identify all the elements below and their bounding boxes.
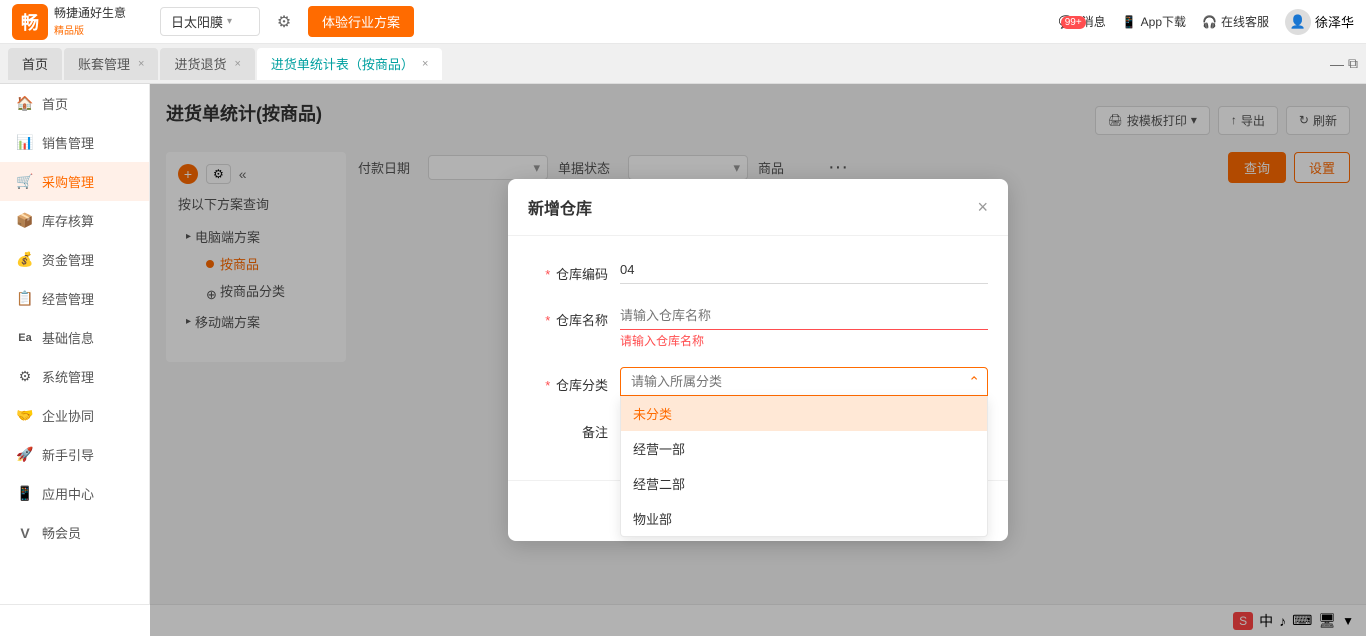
management-icon: 📋: [16, 290, 34, 308]
app-download-button[interactable]: 📱 App下载: [1122, 13, 1186, 30]
online-service-button[interactable]: 🎧 在线客服: [1202, 13, 1269, 30]
guide-icon: 🚀: [16, 446, 34, 464]
vip-icon: V: [16, 524, 34, 542]
top-header: 畅 畅捷通好生意 精品版 日太阳膜 ▾ ⚙ 体验行业方案 💬 99+ 消息 📱 …: [0, 0, 1366, 44]
logo-area: 畅 畅捷通好生意 精品版: [12, 4, 152, 40]
sidebar-item-base-info[interactable]: Ea 基础信息: [0, 318, 149, 357]
inventory-icon: 📦: [16, 212, 34, 230]
system-icon: ⚙: [16, 368, 34, 386]
dropdown-item-uncategorized[interactable]: 未分类: [621, 396, 987, 431]
category-field-row: * 仓库分类 ⌃ 未分类 经营一部 经营二部 物业部: [528, 367, 988, 396]
logo-text: 畅捷通好生意 精品版: [54, 6, 126, 37]
sidebar-item-guide[interactable]: 🚀 新手引导: [0, 435, 149, 474]
home-icon: 🏠: [16, 95, 34, 113]
name-field-row: * 仓库名称 请输入仓库名称: [528, 302, 988, 349]
close-icon[interactable]: ×: [138, 58, 144, 70]
notes-label: 备注: [528, 414, 608, 441]
tab-purchase-stats[interactable]: 进货单统计表（按商品） ×: [257, 48, 442, 80]
sidebar: 🏠 首页 📊 销售管理 🛒 采购管理 📦 库存核算 💰 资金管理 📋 经营管理 …: [0, 84, 150, 636]
sidebar-item-home[interactable]: 🏠 首页: [0, 84, 149, 123]
code-field-row: * 仓库编码: [528, 256, 988, 284]
maximize-button[interactable]: ⧉: [1348, 55, 1358, 72]
sidebar-item-inventory[interactable]: 📦 库存核算: [0, 201, 149, 240]
sidebar-item-purchase[interactable]: 🛒 采购管理: [0, 162, 149, 201]
purchase-icon: 🛒: [16, 173, 34, 191]
sales-icon: 📊: [16, 134, 34, 152]
avatar: 👤: [1285, 9, 1311, 35]
sidebar-item-management[interactable]: 📋 经营管理: [0, 279, 149, 318]
tab-returns[interactable]: 进货退货 ×: [160, 48, 254, 80]
sidebar-item-enterprise[interactable]: 🤝 企业协同: [0, 396, 149, 435]
code-input-col: [620, 256, 988, 284]
store-selector[interactable]: 日太阳膜 ▾: [160, 7, 260, 36]
add-warehouse-modal: 新增仓库 × * 仓库编码: [508, 179, 1008, 541]
modal-overlay[interactable]: 新增仓库 × * 仓库编码: [150, 84, 1366, 636]
modal-body: * 仓库编码 * 仓库名称: [508, 236, 1008, 480]
dropdown-item-dept1[interactable]: 经营一部: [621, 431, 987, 466]
sidebar-item-app-center[interactable]: 📱 应用中心: [0, 474, 149, 513]
dropdown-item-dept2[interactable]: 经营二部: [621, 466, 987, 501]
close-icon[interactable]: ×: [234, 58, 240, 70]
name-label: * 仓库名称: [528, 302, 608, 329]
sidebar-item-finance[interactable]: 💰 资金管理: [0, 240, 149, 279]
app-logo: 畅: [12, 4, 48, 40]
header-right: 💬 99+ 消息 📱 App下载 🎧 在线客服 👤 徐泽华: [1059, 9, 1354, 35]
sidebar-item-sales[interactable]: 📊 销售管理: [0, 123, 149, 162]
dropdown-item-dept3[interactable]: 物业部: [621, 501, 987, 536]
message-button[interactable]: 💬 99+ 消息: [1059, 13, 1106, 30]
sidebar-item-system[interactable]: ⚙ 系统管理: [0, 357, 149, 396]
finance-icon: 💰: [16, 251, 34, 269]
minimize-button[interactable]: —: [1330, 55, 1344, 72]
tab-bar: 首页 账套管理 × 进货退货 × 进货单统计表（按商品） × — ⧉: [0, 44, 1366, 84]
name-input-col: 请输入仓库名称: [620, 302, 988, 349]
category-label: * 仓库分类: [528, 367, 608, 394]
tab-actions: — ⧉: [1330, 55, 1358, 72]
trial-button[interactable]: 体验行业方案: [308, 6, 414, 37]
main-layout: 🏠 首页 📊 销售管理 🛒 采购管理 📦 库存核算 💰 资金管理 📋 经营管理 …: [0, 84, 1366, 636]
tab-home[interactable]: 首页: [8, 48, 62, 80]
category-dropdown: 未分类 经营一部 经营二部 物业部: [620, 396, 988, 537]
modal-close-button[interactable]: ×: [977, 197, 988, 218]
app-center-icon: 📱: [16, 485, 34, 503]
category-select-wrapper: ⌃ 未分类 经营一部 经营二部 物业部: [620, 367, 988, 396]
sidebar-item-vip[interactable]: V 畅会员: [0, 513, 149, 552]
modal-header: 新增仓库 ×: [508, 179, 1008, 236]
close-icon[interactable]: ×: [422, 58, 428, 70]
user-info[interactable]: 👤 徐泽华: [1285, 9, 1354, 35]
enterprise-icon: 🤝: [16, 407, 34, 425]
warehouse-name-input[interactable]: [620, 302, 988, 330]
category-input[interactable]: [620, 367, 988, 396]
chevron-down-icon: ▾: [227, 16, 232, 27]
code-label: * 仓库编码: [528, 256, 608, 283]
name-error-msg: 请输入仓库名称: [620, 332, 988, 349]
tab-accounts[interactable]: 账套管理 ×: [64, 48, 158, 80]
base-info-icon: Ea: [16, 329, 34, 347]
warehouse-code-input[interactable]: [620, 256, 988, 284]
modal-title: 新增仓库: [528, 195, 592, 219]
settings-button[interactable]: ⚙: [268, 6, 300, 38]
content-area: 进货单统计(按商品) 🖨 按模板打印 ▾ ↑ 导出 ↻ 刷新: [150, 84, 1366, 636]
